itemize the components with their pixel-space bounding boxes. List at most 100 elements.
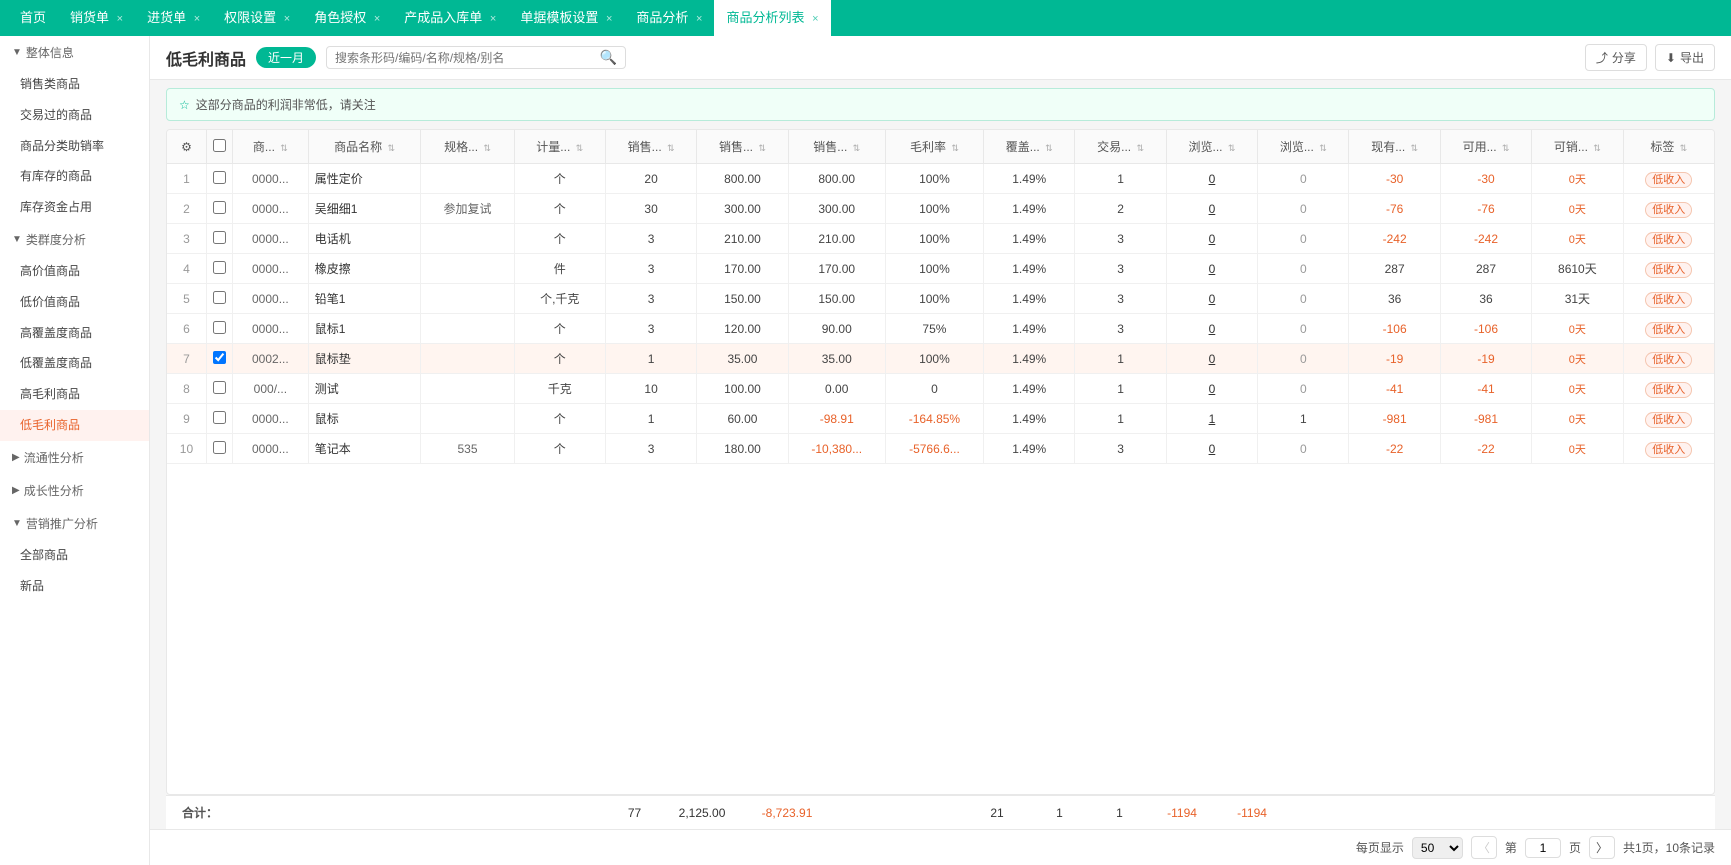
cell-browse1[interactable]: 0 [1166, 224, 1257, 254]
close-icon[interactable]: × [194, 13, 200, 25]
cell-browse1[interactable]: 0 [1166, 164, 1257, 194]
cell-name[interactable]: 属性定价 [308, 164, 421, 194]
row-checkbox[interactable] [213, 231, 226, 244]
sidebar-item-category-rate[interactable]: 商品分类助销率 [0, 131, 149, 162]
row-checkbox[interactable] [213, 291, 226, 304]
col-coverage[interactable]: 覆盖... ⇅ [984, 130, 1075, 164]
cell-browse1[interactable]: 0 [1166, 284, 1257, 314]
col-unit[interactable]: 计量... ⇅ [514, 130, 605, 164]
col-tag[interactable]: 标签 ⇅ [1623, 130, 1714, 164]
row-checkbox[interactable] [213, 261, 226, 274]
col-browse2[interactable]: 浏览... ⇅ [1258, 130, 1349, 164]
sidebar-item-new-goods[interactable]: 新品 [0, 571, 149, 602]
close-icon[interactable]: × [696, 13, 702, 25]
cell-coverage: 1.49% [984, 164, 1075, 194]
cell-trade: 1 [1075, 404, 1166, 434]
next-page-button[interactable]: 〉 [1589, 836, 1615, 859]
close-icon[interactable]: × [490, 13, 496, 25]
row-checkbox[interactable] [213, 321, 226, 334]
nav-purchase-order[interactable]: 进货单 × [135, 0, 212, 36]
cell-name[interactable]: 电话机 [308, 224, 421, 254]
cell-browse1[interactable]: 0 [1166, 434, 1257, 464]
col-trade[interactable]: 交易... ⇅ [1075, 130, 1166, 164]
sidebar-item-low-margin[interactable]: 低毛利商品 [0, 410, 149, 441]
row-checkbox[interactable] [213, 171, 226, 184]
cell-spec [421, 224, 514, 254]
sidebar-item-stocked-goods[interactable]: 有库存的商品 [0, 161, 149, 192]
sidebar-item-low-coverage[interactable]: 低覆盖度商品 [0, 348, 149, 379]
sidebar: ▼ 整体信息 销售类商品 交易过的商品 商品分类助销率 有库存的商品 库存资金占… [0, 36, 150, 865]
col-name[interactable]: 商品名称 ⇅ [308, 130, 421, 164]
col-gross-margin[interactable]: 毛利率 ⇅ [885, 130, 983, 164]
col-saleable[interactable]: 可销... ⇅ [1532, 130, 1623, 164]
cell-browse1[interactable]: 0 [1166, 314, 1257, 344]
close-icon[interactable]: × [374, 13, 380, 25]
cell-checkbox [206, 404, 232, 434]
row-checkbox[interactable] [213, 441, 226, 454]
search-input[interactable] [335, 51, 600, 65]
nav-home[interactable]: 首页 [8, 0, 58, 36]
nav-product-entry[interactable]: 产成品入库单 × [392, 0, 508, 36]
sidebar-item-high-margin[interactable]: 高毛利商品 [0, 379, 149, 410]
cell-name[interactable]: 橡皮擦 [308, 254, 421, 284]
sidebar-item-high-coverage[interactable]: 高覆盖度商品 [0, 318, 149, 349]
sidebar-item-high-value[interactable]: 高价值商品 [0, 256, 149, 287]
sidebar-group-overall[interactable]: ▼ 整体信息 [0, 36, 149, 69]
row-checkbox[interactable] [213, 351, 226, 364]
sidebar-item-capital[interactable]: 库存资金占用 [0, 192, 149, 223]
col-settings[interactable]: ⚙ [167, 130, 206, 164]
row-checkbox[interactable] [213, 201, 226, 214]
close-icon[interactable]: × [284, 13, 290, 25]
col-code[interactable]: 商... ⇅ [232, 130, 308, 164]
sidebar-group-growth[interactable]: ▶ 成长性分析 [0, 474, 149, 507]
sidebar-group-marketing[interactable]: ▼ 营销推广分析 [0, 507, 149, 540]
col-current-stock[interactable]: 现有... ⇅ [1349, 130, 1440, 164]
sidebar-group-circulation[interactable]: ▶ 流通性分析 [0, 441, 149, 474]
per-page-select[interactable]: 50 20 100 [1412, 837, 1463, 859]
col-sales-price[interactable]: 销售... ⇅ [697, 130, 788, 164]
select-all-checkbox[interactable] [213, 139, 226, 152]
cell-name[interactable]: 测试 [308, 374, 421, 404]
prev-page-button[interactable]: 〈 [1471, 836, 1497, 859]
close-icon[interactable]: × [812, 13, 818, 25]
content: 低毛利商品 近一月 🔍 ⤴ 分享 ⬇ 导出 ☆ 这部分商品的利润非常低，请关注 [150, 36, 1731, 865]
row-checkbox[interactable] [213, 411, 226, 424]
time-filter-button[interactable]: 近一月 [256, 47, 316, 68]
share-button[interactable]: ⤴ 分享 [1585, 44, 1647, 71]
cell-browse1[interactable]: 0 [1166, 194, 1257, 224]
nav-roles[interactable]: 角色授权 × [302, 0, 392, 36]
page-input[interactable] [1525, 838, 1561, 858]
cell-browse1[interactable]: 0 [1166, 344, 1257, 374]
nav-goods-analysis[interactable]: 商品分析 × [624, 0, 714, 36]
sidebar-item-all-goods[interactable]: 全部商品 [0, 540, 149, 571]
cell-name[interactable]: 鼠标 [308, 404, 421, 434]
nav-goods-analysis-list[interactable]: 商品分析列表 × [714, 0, 830, 36]
cell-name[interactable]: 鼠标1 [308, 314, 421, 344]
sidebar-item-traded-goods[interactable]: 交易过的商品 [0, 100, 149, 131]
cell-browse1[interactable]: 0 [1166, 254, 1257, 284]
sidebar-item-sales-goods[interactable]: 销售类商品 [0, 69, 149, 100]
row-checkbox[interactable] [213, 381, 226, 394]
search-icon[interactable]: 🔍 [600, 49, 617, 66]
cell-gross-margin: -164.85% [885, 404, 983, 434]
sidebar-item-low-value[interactable]: 低价值商品 [0, 287, 149, 318]
cell-browse1[interactable]: 0 [1166, 374, 1257, 404]
col-spec[interactable]: 规格... ⇅ [421, 130, 514, 164]
cell-name[interactable]: 吴细细1 [308, 194, 421, 224]
cell-name[interactable]: 铅笔1 [308, 284, 421, 314]
col-available[interactable]: 可用... ⇅ [1440, 130, 1531, 164]
close-icon[interactable]: × [606, 13, 612, 25]
nav-permissions[interactable]: 权限设置 × [212, 0, 302, 36]
cell-name[interactable]: 笔记本 [308, 434, 421, 464]
close-icon[interactable]: × [117, 13, 123, 25]
cell-browse1[interactable]: 1 [1166, 404, 1257, 434]
sort-icon: ⇅ [1136, 143, 1144, 153]
cell-name[interactable]: 鼠标垫 [308, 344, 421, 374]
export-button[interactable]: ⬇ 导出 [1655, 44, 1715, 71]
col-browse1[interactable]: 浏览... ⇅ [1166, 130, 1257, 164]
nav-template-settings[interactable]: 单据模板设置 × [508, 0, 624, 36]
col-sales-qty[interactable]: 销售... ⇅ [605, 130, 696, 164]
col-sales-amount[interactable]: 销售... ⇅ [788, 130, 885, 164]
nav-sales-order[interactable]: 销货单 × [58, 0, 135, 36]
sidebar-group-cluster[interactable]: ▼ 类群度分析 [0, 223, 149, 256]
